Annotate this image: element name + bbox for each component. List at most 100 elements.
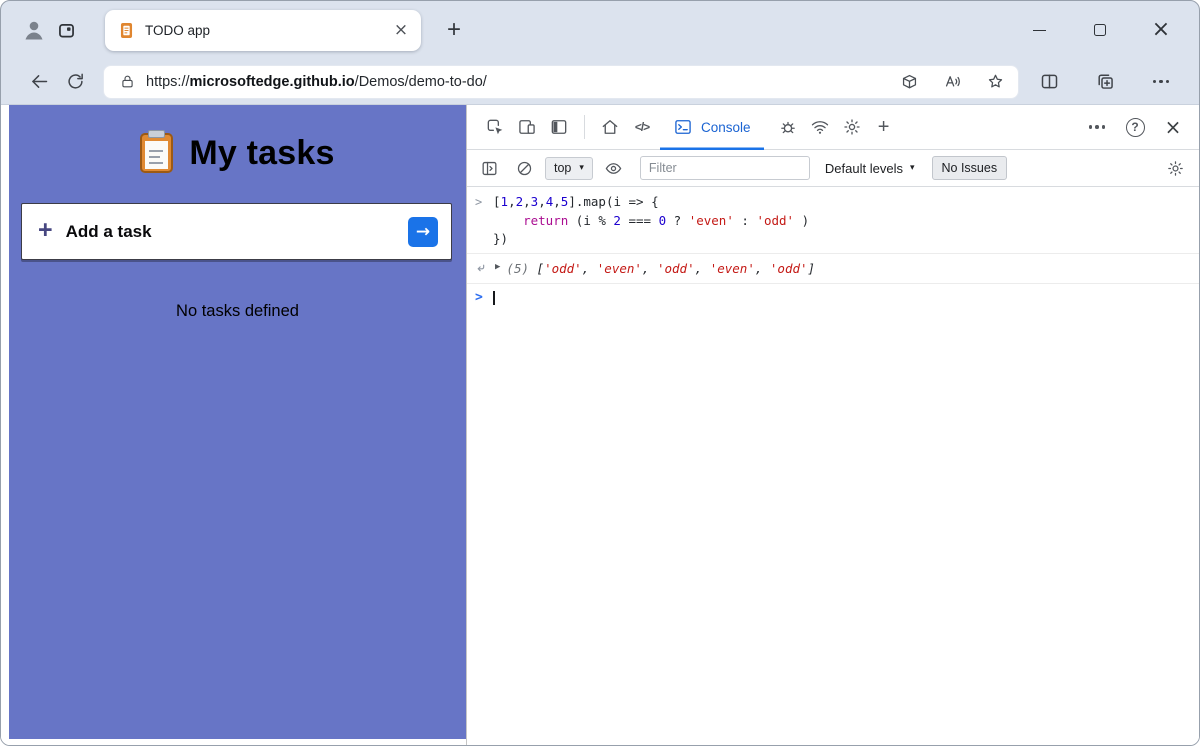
console-terminal-icon: [673, 117, 693, 137]
tab-strip: TODO app × + ×: [1, 1, 1199, 59]
url-path: /Demos/demo-to-do/: [355, 74, 487, 90]
url-domain: microsoftedge.github.io: [190, 74, 355, 90]
eye-icon: [604, 159, 623, 178]
add-tools-button[interactable]: +: [868, 111, 900, 143]
issues-label: No Issues: [942, 161, 998, 175]
inspect-cursor-icon: [485, 117, 505, 137]
code-brackets-icon: </>: [635, 120, 649, 134]
browser-tab[interactable]: TODO app ×: [105, 10, 421, 51]
inspect-element-button[interactable]: [479, 111, 511, 143]
console-toolbar: top ▾ Default levels ▾ No Issues: [467, 150, 1199, 187]
bug-icon: [778, 117, 798, 137]
device-toolbar-button[interactable]: [511, 111, 543, 143]
log-levels-dropdown[interactable]: Default levels ▾: [825, 161, 915, 176]
clear-circle-icon: [515, 159, 534, 178]
app-title: My tasks: [189, 134, 334, 173]
workspaces-icon: [56, 20, 77, 41]
devtools-toolbar: </> Console: [467, 105, 1199, 150]
navigation-bar: https://microsoftedge.github.io/Demos/de…: [1, 59, 1199, 105]
chevron-down-icon: ▾: [579, 164, 584, 173]
window-controls: ×: [1019, 10, 1181, 50]
network-conditions-button[interactable]: [804, 111, 836, 143]
back-arrow-icon: [29, 71, 50, 92]
gear-icon: [1166, 159, 1185, 178]
app-header: My tasks: [9, 105, 466, 173]
browser-menu-button[interactable]: [1143, 64, 1179, 100]
sidebar-toggle-icon: [480, 159, 499, 178]
maximize-button[interactable]: [1080, 10, 1120, 50]
lock-icon: [119, 73, 136, 90]
address-bar[interactable]: https://microsoftedge.github.io/Demos/de…: [103, 65, 1019, 99]
console-prompt[interactable]: >: [467, 284, 1199, 312]
maximize-icon: [1094, 24, 1106, 36]
collections-button[interactable]: [1087, 64, 1123, 100]
close-icon: ×: [1152, 19, 1170, 41]
split-screen-button[interactable]: [1031, 64, 1067, 100]
wifi-icon: [810, 117, 830, 137]
panel-layout-button[interactable]: [543, 111, 575, 143]
refresh-button[interactable]: [57, 64, 93, 100]
tab-title: TODO app: [145, 23, 380, 38]
todo-app-page: My tasks + Add a task → No tasks defined: [9, 105, 466, 739]
console-result-text: (5) ['odd', 'even', 'odd', 'even', 'odd'…: [506, 260, 815, 279]
box-icon: [900, 72, 919, 91]
context-selector-dropdown[interactable]: top ▾: [545, 157, 593, 180]
add-task-button[interactable]: + Add a task →: [21, 203, 452, 260]
close-window-button[interactable]: ×: [1141, 10, 1181, 50]
tab-close-icon[interactable]: ×: [389, 18, 413, 42]
clear-console-button[interactable]: [510, 154, 538, 182]
devtools-panel: </> Console: [466, 105, 1199, 745]
site-info-button[interactable]: [112, 67, 142, 97]
toolbar-divider: [584, 115, 585, 139]
minimize-button[interactable]: [1019, 10, 1059, 50]
web-capture-button[interactable]: [894, 67, 924, 97]
device-emulation-icon: [517, 117, 537, 137]
context-selector-value: top: [554, 161, 571, 175]
detached-elements-button[interactable]: [772, 111, 804, 143]
console-command-entry[interactable]: > [1,2,3,4,5].map(i => { return (i % 2 =…: [467, 188, 1199, 254]
issues-counter-button[interactable]: No Issues: [932, 156, 1008, 180]
close-icon: ×: [1165, 115, 1182, 139]
devtools-toolbar-right: ? ×: [1081, 111, 1189, 143]
person-icon: [22, 18, 46, 42]
performance-tool-button[interactable]: [836, 111, 868, 143]
ellipsis-icon: [1089, 125, 1106, 129]
devtools-help-button[interactable]: ?: [1119, 111, 1151, 143]
console-settings-button[interactable]: [1161, 154, 1189, 182]
back-button[interactable]: [21, 64, 57, 100]
console-filter-input[interactable]: [640, 156, 810, 180]
devtools-more-button[interactable]: [1081, 111, 1113, 143]
star-icon: [986, 72, 1005, 91]
submit-task-button[interactable]: →: [408, 217, 438, 247]
console-sidebar-button[interactable]: [475, 154, 503, 182]
clipboard-icon: [140, 133, 173, 173]
console-command-text: [1,2,3,4,5].map(i => { return (i % 2 ===…: [493, 193, 809, 249]
refresh-icon: [65, 71, 86, 92]
expand-triangle-icon[interactable]: ▶: [495, 263, 500, 272]
welcome-tool-button[interactable]: [594, 111, 626, 143]
navbar-right-actions: [1031, 64, 1179, 100]
live-expression-button[interactable]: [600, 154, 628, 182]
favorites-button[interactable]: [980, 67, 1010, 97]
gear-icon: [842, 117, 862, 137]
sources-tool-button[interactable]: </>: [626, 111, 658, 143]
tab-actions-button[interactable]: [49, 13, 83, 47]
collections-icon: [1095, 71, 1116, 92]
minimize-icon: [1033, 30, 1046, 31]
help-icon: ?: [1126, 118, 1145, 137]
panel-layout-icon: [549, 117, 569, 137]
add-task-label: Add a task: [66, 222, 395, 242]
console-output[interactable]: > [1,2,3,4,5].map(i => { return (i % 2 =…: [467, 187, 1199, 745]
command-chevron: >: [475, 193, 493, 249]
console-result-entry[interactable]: ▶ (5) ['odd', 'even', 'odd', 'even', 'od…: [467, 254, 1199, 285]
close-devtools-button[interactable]: ×: [1157, 111, 1189, 143]
profile-avatar[interactable]: [19, 15, 49, 45]
new-tab-button[interactable]: +: [437, 13, 471, 47]
read-aloud-button[interactable]: [937, 67, 967, 97]
prompt-chevron: >: [475, 290, 493, 306]
tab-console[interactable]: Console: [660, 105, 764, 150]
read-aloud-icon: [943, 72, 962, 91]
empty-tasks-message: No tasks defined: [9, 302, 466, 321]
ellipsis-icon: [1153, 80, 1170, 84]
plus-icon: +: [878, 116, 890, 139]
